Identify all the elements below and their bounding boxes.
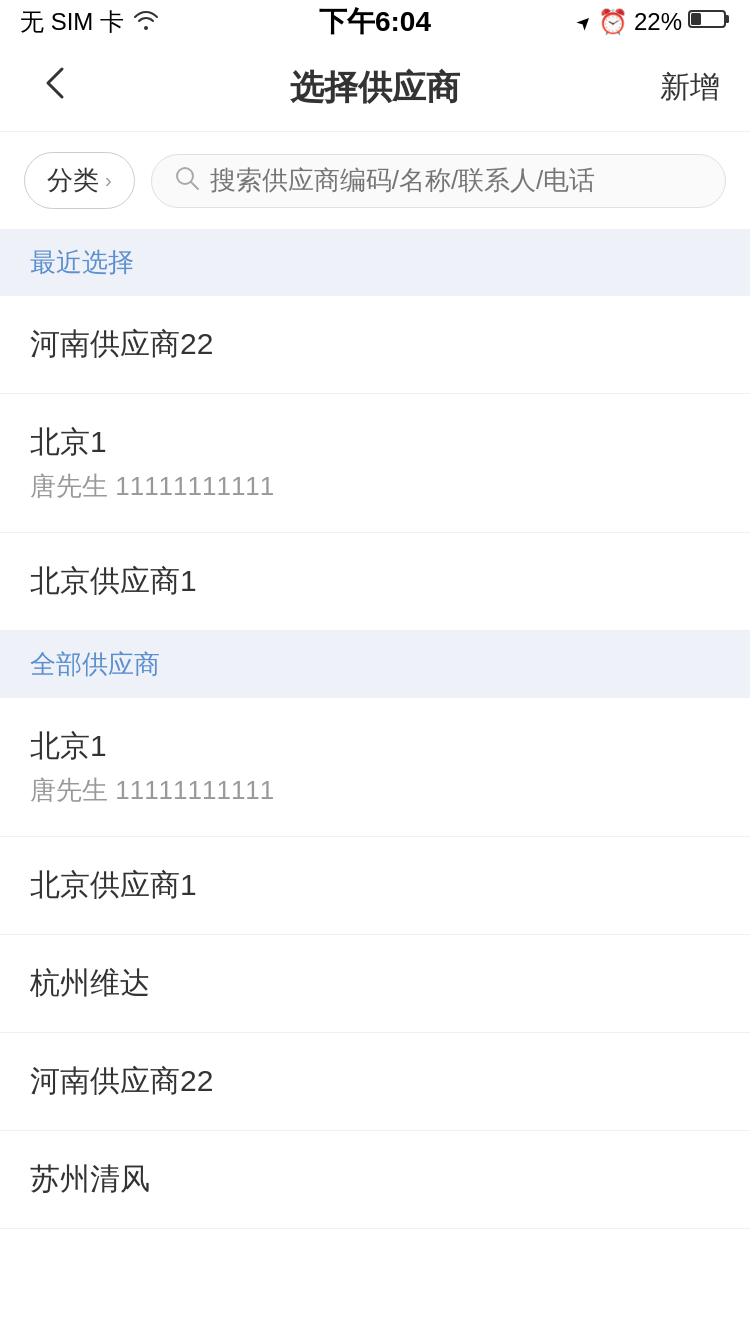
battery-icon — [688, 8, 730, 36]
alarm-icon: ⏰ — [598, 8, 628, 36]
item-name: 北京1 — [30, 422, 720, 463]
list-item[interactable]: 北京供应商1 — [0, 837, 750, 935]
item-name: 北京供应商1 — [30, 865, 720, 906]
all-suppliers-list: 北京1 唐先生 11111111111 北京供应商1 杭州维达河南供应商22 苏州清风 — [0, 698, 750, 1229]
item-sub: 唐先生 11111111111 — [30, 773, 720, 808]
list-item[interactable]: 杭州维达 — [0, 935, 750, 1033]
search-input[interactable] — [210, 165, 703, 196]
list-item[interactable]: 北京1 唐先生 11111111111 — [0, 698, 750, 837]
search-box — [151, 154, 726, 208]
page-title: 选择供应商 — [290, 65, 460, 111]
search-icon — [174, 165, 200, 197]
item-name: 杭州维达 — [30, 963, 720, 1004]
all-section-label: 全部供应商 — [30, 649, 160, 679]
filter-bar: 分类 › — [0, 132, 750, 229]
battery-label: 22% — [634, 8, 682, 36]
nav-bar: 选择供应商 新增 — [0, 44, 750, 132]
list-item[interactable]: 北京1 唐先生 11111111111 — [0, 394, 750, 533]
back-button[interactable] — [30, 51, 78, 124]
no-sim-label: 无 SIM 卡 — [20, 6, 124, 38]
wifi-icon — [132, 8, 160, 36]
recent-section-header: 最近选择 — [0, 229, 750, 296]
recent-section-label: 最近选择 — [30, 247, 134, 277]
status-bar: 无 SIM 卡 下午6:04 ➤ ⏰ 22% — [0, 0, 750, 44]
status-right: ➤ ⏰ 22% — [577, 8, 730, 36]
svg-rect-1 — [691, 13, 701, 25]
add-button[interactable]: 新增 — [660, 67, 720, 108]
category-button[interactable]: 分类 › — [24, 152, 135, 209]
item-name: 河南供应商22 — [30, 324, 720, 365]
list-item[interactable]: 北京供应商1 — [0, 533, 750, 631]
list-item[interactable]: 苏州清风 — [0, 1131, 750, 1229]
item-name: 河南供应商22 — [30, 1061, 720, 1102]
item-sub: 唐先生 11111111111 — [30, 469, 720, 504]
item-name: 苏州清风 — [30, 1159, 720, 1200]
recent-list: 河南供应商22 北京1 唐先生 11111111111 北京供应商1 — [0, 296, 750, 631]
status-time: 下午6:04 — [319, 3, 431, 41]
location-icon: ➤ — [571, 9, 597, 35]
list-item[interactable]: 河南供应商22 — [0, 296, 750, 394]
svg-rect-2 — [725, 15, 729, 23]
all-section-header: 全部供应商 — [0, 631, 750, 698]
chevron-right-icon: › — [105, 169, 112, 192]
list-item[interactable]: 河南供应商22 — [0, 1033, 750, 1131]
category-label: 分类 — [47, 163, 99, 198]
status-left: 无 SIM 卡 — [20, 6, 160, 38]
item-name: 北京1 — [30, 726, 720, 767]
item-name: 北京供应商1 — [30, 561, 720, 602]
